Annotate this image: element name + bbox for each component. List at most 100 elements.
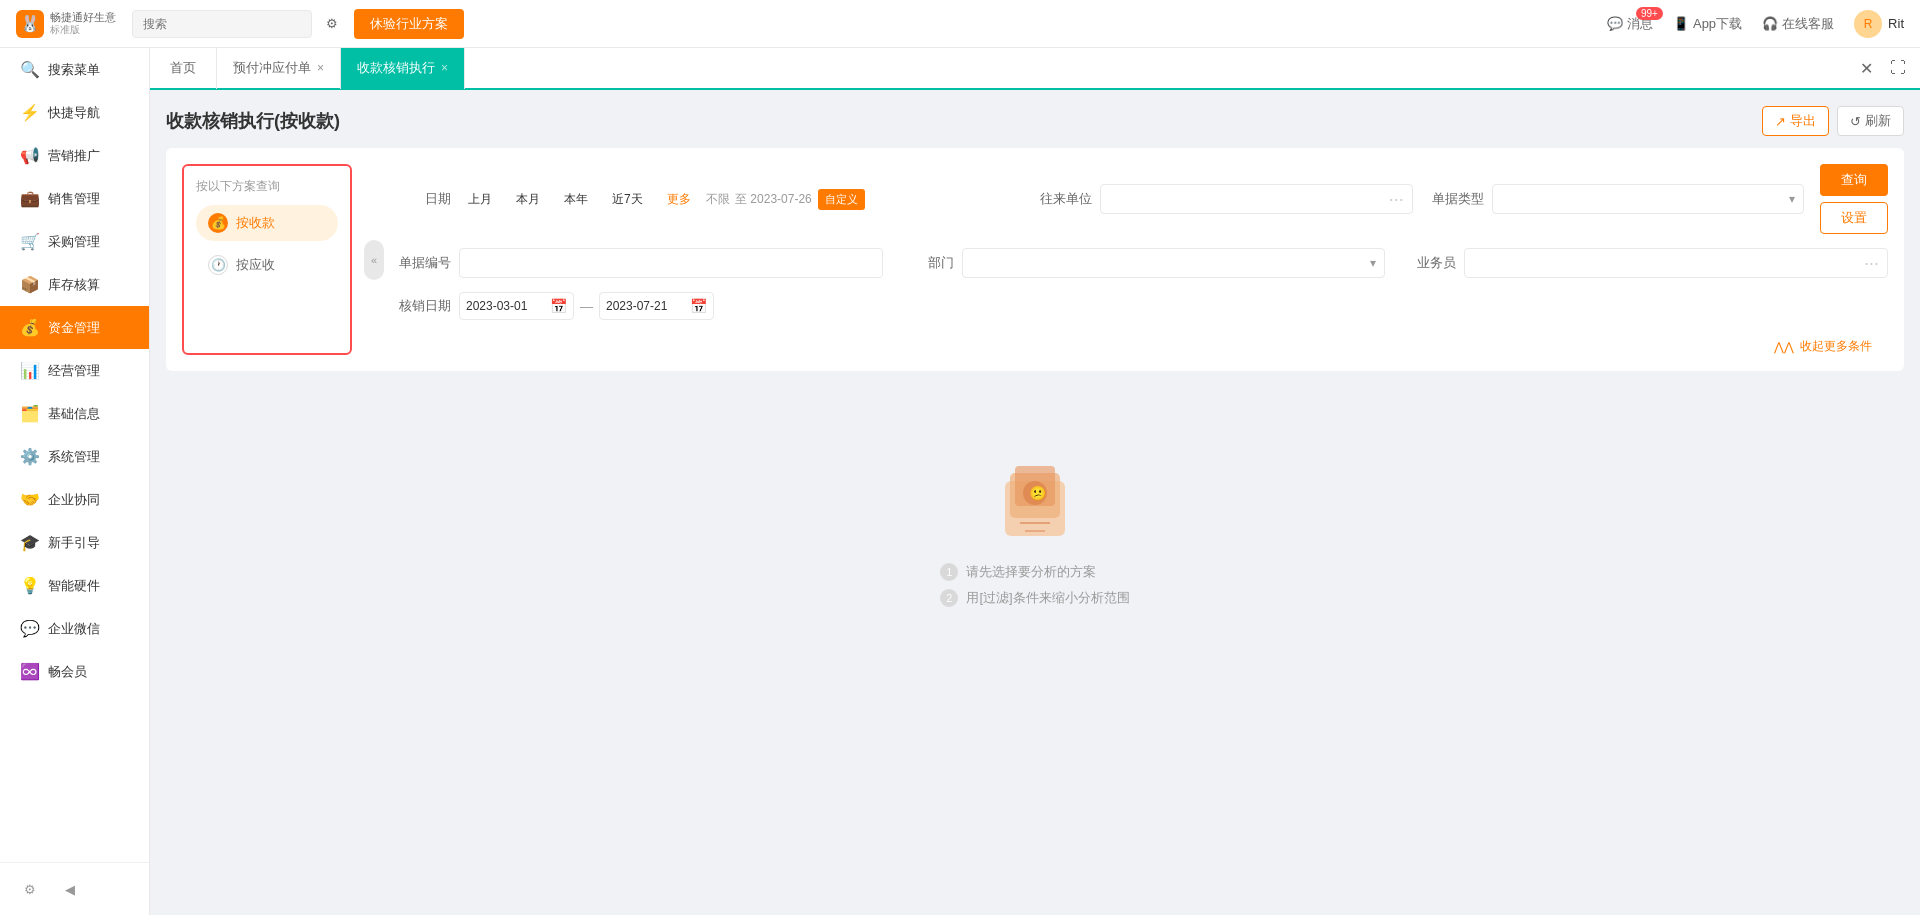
refresh-button[interactable]: ↺ 刷新 bbox=[1837, 106, 1904, 136]
sidebar-item-guide[interactable]: 🎓 新手引导 bbox=[0, 521, 149, 564]
purchase-icon: 🛒 bbox=[20, 232, 40, 251]
username: Rit bbox=[1888, 16, 1904, 31]
filter-row-2: 单据编号 部门 ▾ 业务员 ··· bbox=[396, 248, 1888, 278]
sidebar-item-collab[interactable]: 🤝 企业协同 bbox=[0, 478, 149, 521]
collapse-conditions-btn[interactable]: ⋀⋀ 收起更多条件 bbox=[1774, 338, 1888, 355]
sidebar-item-member[interactable]: ♾️ 畅会员 bbox=[0, 650, 149, 693]
staff-label: 业务员 bbox=[1401, 254, 1456, 272]
calendar-end-icon: 📅 bbox=[690, 298, 707, 314]
logo-icon: 🐰 bbox=[16, 10, 44, 38]
counterparty-label: 往来单位 bbox=[1037, 190, 1092, 208]
date-btn-custom[interactable]: 自定义 bbox=[818, 189, 865, 210]
verify-date-start-input[interactable] bbox=[466, 299, 546, 313]
page-title: 收款核销执行(按收款) bbox=[166, 109, 340, 133]
content-area: 首页 预付冲应付单 × 收款核销执行 × ✕ ⛶ 收款核销执行(按收款) bbox=[150, 48, 1920, 915]
filter-row-3: 核销日期 📅 — 📅 bbox=[396, 292, 1888, 320]
verify-date-end-wrap[interactable]: 📅 bbox=[599, 292, 714, 320]
sidebar-item-wechat[interactable]: 💬 企业微信 bbox=[0, 607, 149, 650]
staff-dots: ··· bbox=[1864, 253, 1879, 274]
user-area[interactable]: R Rit bbox=[1854, 10, 1904, 38]
date-btn-more[interactable]: 更多 bbox=[658, 188, 700, 211]
filter-panel: 按以下方案查询 💰 按收款 🕐 按应收 « bbox=[166, 148, 1904, 371]
empty-text: 1 请先选择要分析的方案 2 用[过滤]条件来缩小分析范围 bbox=[940, 563, 1129, 607]
doc-type-label: 单据类型 bbox=[1429, 190, 1484, 208]
sidebar-item-hardware[interactable]: 💡 智能硬件 bbox=[0, 564, 149, 607]
sidebar-item-marketing[interactable]: 📢 营销推广 bbox=[0, 134, 149, 177]
page-content: 收款核销执行(按收款) ↗ 导出 ↺ 刷新 按以下方案查询 bbox=[150, 90, 1920, 915]
filter-item-department: 部门 ▾ bbox=[899, 248, 1386, 278]
sidebar-item-inventory[interactable]: 📦 库存核算 bbox=[0, 263, 149, 306]
collapse-filter-button[interactable]: « bbox=[364, 240, 384, 280]
svg-text:😕: 😕 bbox=[1029, 485, 1047, 502]
sidebar-item-system[interactable]: ⚙️ 系统管理 bbox=[0, 435, 149, 478]
verify-date-label: 核销日期 bbox=[396, 297, 451, 315]
filter-item-doc-type: 单据类型 ▾ bbox=[1429, 184, 1804, 214]
department-arrow: ▾ bbox=[1370, 256, 1376, 270]
settings-button[interactable]: 设置 bbox=[1820, 202, 1888, 234]
date-btn-last-month[interactable]: 上月 bbox=[459, 188, 501, 211]
sidebar-item-sales[interactable]: 💼 销售管理 bbox=[0, 177, 149, 220]
sidebar-bottom: ⚙ ◀ bbox=[0, 862, 149, 915]
sidebar-item-purchase[interactable]: 🛒 采购管理 bbox=[0, 220, 149, 263]
doc-type-select[interactable]: ▾ bbox=[1492, 184, 1804, 214]
tab1-close-icon[interactable]: × bbox=[317, 61, 324, 75]
tab-actions: ✕ ⛶ bbox=[1852, 54, 1920, 82]
close-tab-icon[interactable]: ✕ bbox=[1852, 54, 1880, 82]
guide-icon: 🎓 bbox=[20, 533, 40, 552]
sidebar-item-quicknav[interactable]: ⚡ 快捷导航 bbox=[0, 91, 149, 134]
sidebar-item-search[interactable]: 🔍 搜索菜单 bbox=[0, 48, 149, 91]
tab-receipt-verify[interactable]: 收款核销执行 × bbox=[341, 48, 465, 89]
service-icon: 🎧 bbox=[1762, 16, 1778, 31]
gear-icon[interactable]: ⚙ bbox=[318, 10, 346, 38]
filter-item-doc-no: 单据编号 bbox=[396, 248, 883, 278]
tab-prepay[interactable]: 预付冲应付单 × bbox=[217, 48, 341, 89]
app-download-btn[interactable]: 📱 App下载 bbox=[1673, 15, 1742, 33]
maximize-tab-icon[interactable]: ⛶ bbox=[1884, 54, 1912, 82]
counterparty-select[interactable]: ··· bbox=[1100, 184, 1412, 214]
filter-item-date: 日期 上月 本月 本年 近7天 更多 不限 至 2023-07-26 bbox=[396, 188, 1021, 211]
verify-date-range: 📅 — 📅 bbox=[459, 292, 714, 320]
collapse-sidebar-icon[interactable]: ◀ bbox=[56, 875, 84, 903]
calendar-start-icon: 📅 bbox=[550, 298, 567, 314]
app-icon: 📱 bbox=[1673, 16, 1689, 31]
top-bar-right: 💬 消息 99+ 📱 App下载 🎧 在线客服 R Rit bbox=[1607, 10, 1904, 38]
verify-date-start-wrap[interactable]: 📅 bbox=[459, 292, 574, 320]
avatar: R bbox=[1854, 10, 1882, 38]
filter-option-by-receivable[interactable]: 🕐 按应收 bbox=[196, 247, 338, 283]
search-icon: 🔍 bbox=[20, 60, 40, 79]
date-btn-this-month[interactable]: 本月 bbox=[507, 188, 549, 211]
app-logo: 🐰 畅捷通好生意 标准版 bbox=[16, 10, 116, 38]
filter-option-by-receipt[interactable]: 💰 按收款 bbox=[196, 205, 338, 241]
doc-no-input[interactable] bbox=[459, 248, 883, 278]
empty-illustration: 😕 bbox=[985, 451, 1085, 551]
online-service-btn[interactable]: 🎧 在线客服 bbox=[1762, 15, 1834, 33]
staff-select[interactable]: ··· bbox=[1464, 248, 1888, 278]
query-button[interactable]: 查询 bbox=[1820, 164, 1888, 196]
sidebar-item-basics[interactable]: 🗂️ 基础信息 bbox=[0, 392, 149, 435]
top-search-area: ⚙ bbox=[132, 10, 346, 38]
department-label: 部门 bbox=[899, 254, 954, 272]
department-select[interactable]: ▾ bbox=[962, 248, 1386, 278]
message-btn[interactable]: 💬 消息 99+ bbox=[1607, 15, 1653, 33]
settings-bottom-icon[interactable]: ⚙ bbox=[16, 875, 44, 903]
filter-item-verify-date: 核销日期 📅 — 📅 bbox=[396, 292, 1888, 320]
tab-home[interactable]: 首页 bbox=[150, 48, 217, 89]
collapse-filter-btn-wrap: « bbox=[364, 164, 384, 355]
sidebar-item-operations[interactable]: 📊 经营管理 bbox=[0, 349, 149, 392]
search-input[interactable] bbox=[132, 10, 312, 38]
step-1-num: 1 bbox=[940, 563, 958, 581]
sales-icon: 💼 bbox=[20, 189, 40, 208]
logo-text: 畅捷通好生意 标准版 bbox=[50, 11, 116, 36]
filter-item-staff: 业务员 ··· bbox=[1401, 248, 1888, 278]
collapse-up-icon: ⋀⋀ bbox=[1774, 340, 1794, 354]
industry-button[interactable]: 休验行业方案 bbox=[354, 9, 464, 39]
tab2-close-icon[interactable]: × bbox=[441, 61, 448, 75]
export-button[interactable]: ↗ 导出 bbox=[1762, 106, 1829, 136]
receipt-option-icon: 💰 bbox=[208, 213, 228, 233]
page-header-actions: ↗ 导出 ↺ 刷新 bbox=[1762, 106, 1904, 136]
date-btn-this-year[interactable]: 本年 bbox=[555, 188, 597, 211]
verify-date-end-input[interactable] bbox=[606, 299, 686, 313]
sidebar-item-finance[interactable]: 💰 资金管理 bbox=[0, 306, 149, 349]
date-btn-7days[interactable]: 近7天 bbox=[603, 188, 652, 211]
receivable-option-icon: 🕐 bbox=[208, 255, 228, 275]
